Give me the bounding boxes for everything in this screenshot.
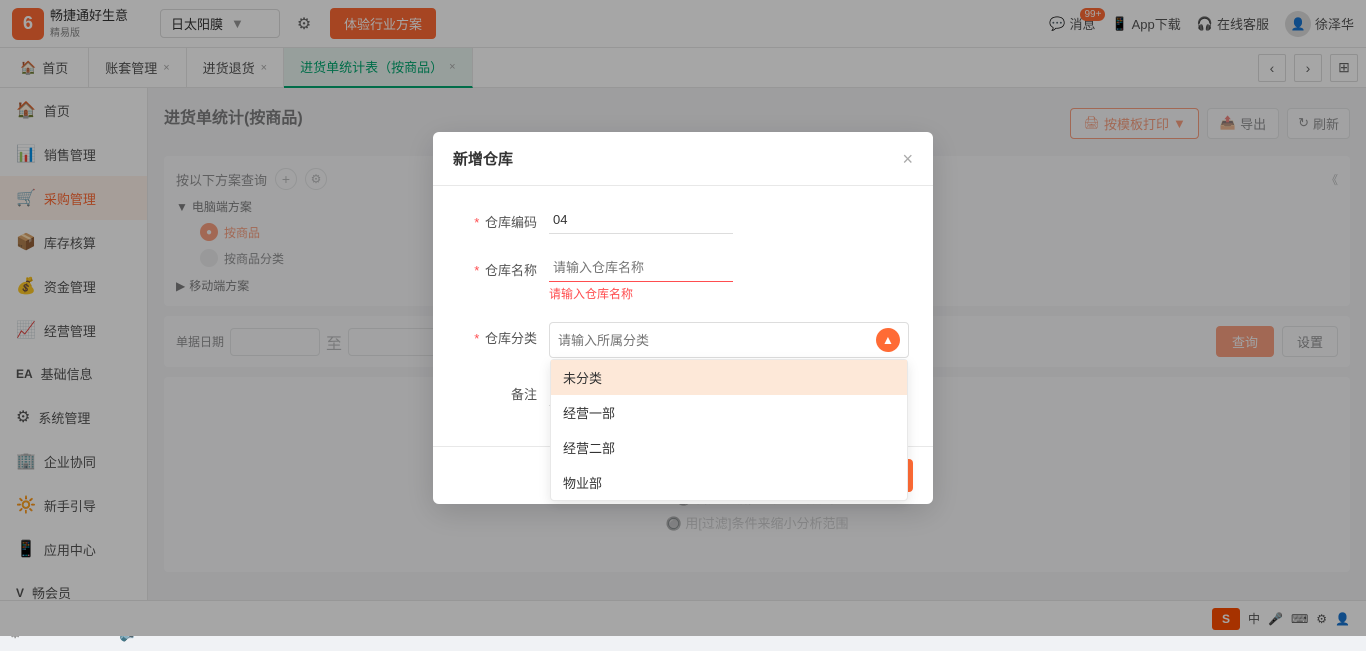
dropdown-item-none[interactable]: 未分类 bbox=[551, 360, 907, 395]
name-label: * 仓库名称 bbox=[457, 254, 537, 279]
name-input[interactable] bbox=[549, 254, 733, 282]
category-label: * 仓库分类 bbox=[457, 322, 537, 347]
code-label: * 仓库编码 bbox=[457, 206, 537, 231]
modal-body: * 仓库编码 * 仓库名称 请输入仓库名称 bbox=[433, 186, 933, 446]
dropdown-item-dept2[interactable]: 经营二部 bbox=[551, 430, 907, 465]
required-mark-category: * bbox=[474, 331, 479, 346]
name-input-wrapper: 请输入仓库名称 bbox=[549, 254, 909, 302]
category-dropdown: 未分类 经营一部 经营二部 物业部 bbox=[550, 359, 908, 501]
modal-header: 新增仓库 × bbox=[433, 132, 933, 186]
form-row-name: * 仓库名称 请输入仓库名称 bbox=[457, 254, 909, 302]
name-error-message: 请输入仓库名称 bbox=[549, 285, 909, 302]
note-label: 备注 bbox=[457, 378, 537, 403]
form-row-code: * 仓库编码 bbox=[457, 206, 909, 234]
modal-title: 新增仓库 bbox=[453, 148, 513, 169]
dropdown-item-dept3[interactable]: 物业部 bbox=[551, 465, 907, 500]
required-mark: * bbox=[474, 215, 479, 230]
modal-overlay: 新增仓库 × * 仓库编码 * 仓库名称 bbox=[0, 0, 1366, 636]
dropdown-item-dept1[interactable]: 经营一部 bbox=[551, 395, 907, 430]
category-input[interactable] bbox=[558, 333, 876, 348]
code-input-wrapper bbox=[549, 206, 909, 234]
required-mark-name: * bbox=[474, 263, 479, 278]
code-input[interactable] bbox=[549, 206, 733, 234]
category-select-wrapper[interactable]: ▲ 未分类 经营一部 经营二部 物业部 bbox=[549, 322, 909, 358]
form-row-category: * 仓库分类 ▲ 未分类 经营一部 经营二部 物业部 bbox=[457, 322, 909, 358]
add-warehouse-modal: 新增仓库 × * 仓库编码 * 仓库名称 bbox=[433, 132, 933, 504]
modal-close-button[interactable]: × bbox=[902, 150, 913, 168]
select-up-arrow-icon[interactable]: ▲ bbox=[876, 328, 900, 352]
